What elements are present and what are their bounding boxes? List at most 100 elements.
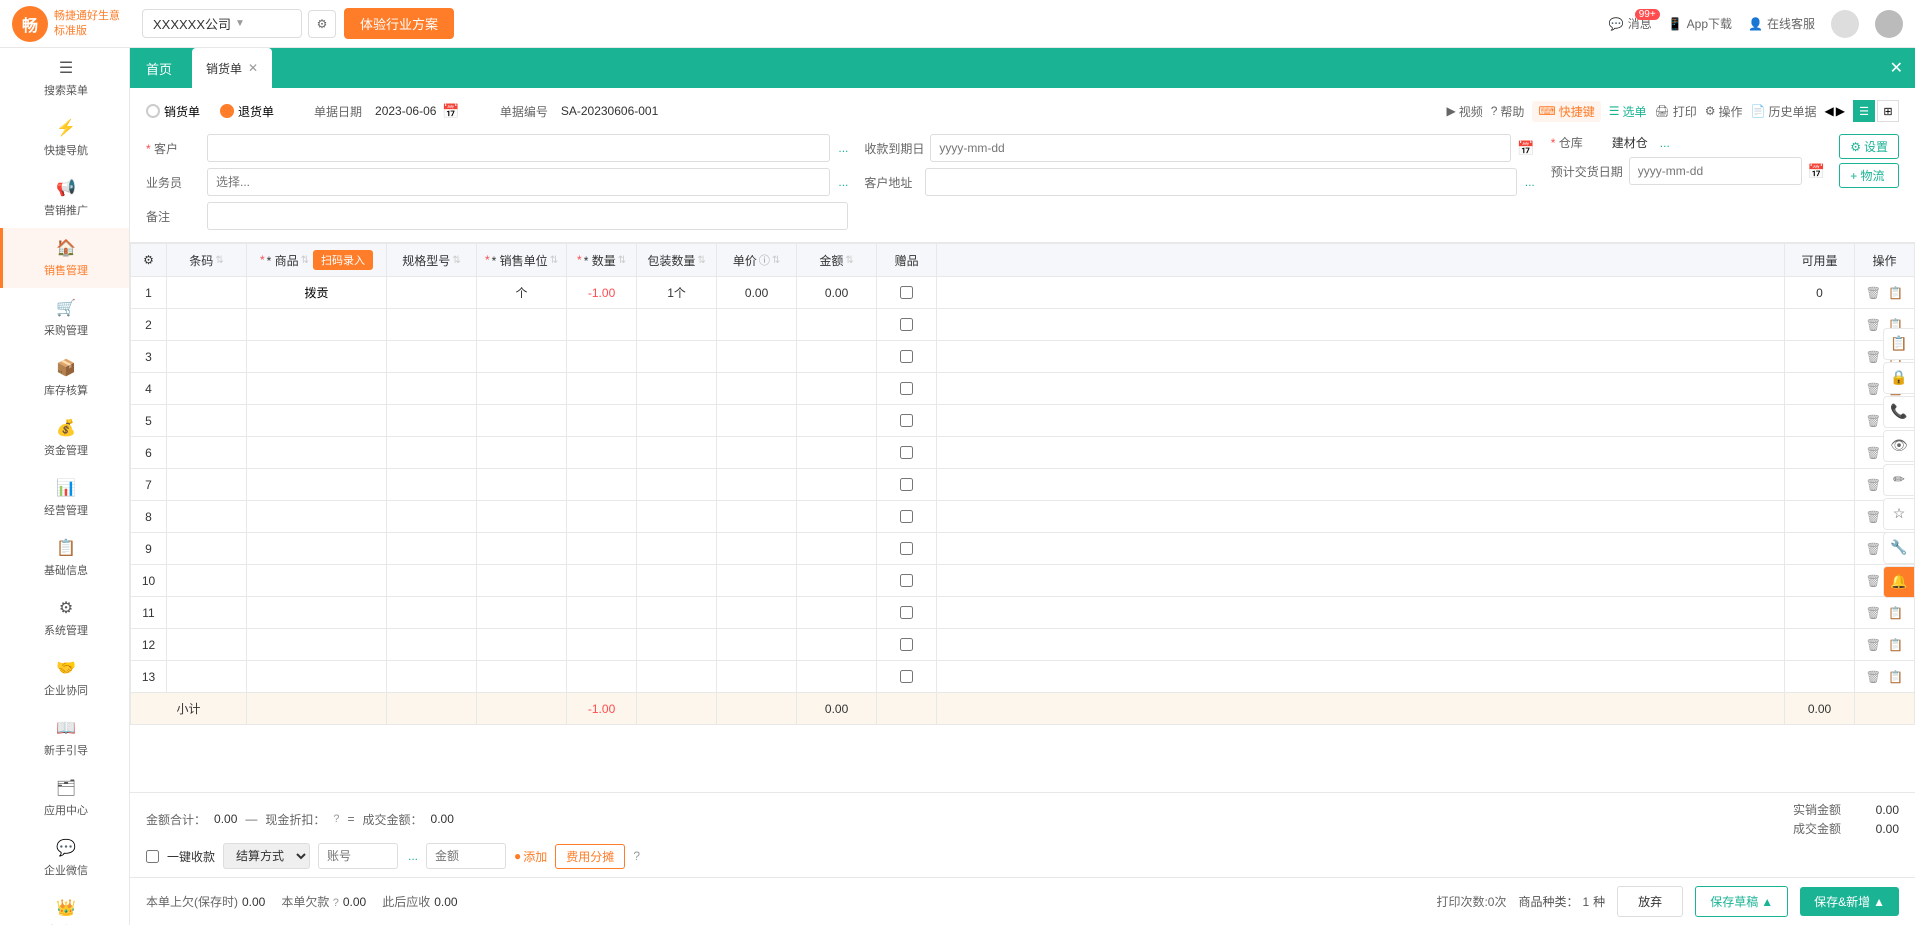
- row-product[interactable]: [247, 661, 387, 693]
- row-gift[interactable]: [877, 469, 937, 501]
- right-float-phone[interactable]: 📞: [1883, 396, 1915, 428]
- row-price[interactable]: [717, 437, 797, 469]
- row-product[interactable]: [247, 437, 387, 469]
- salesperson-dots[interactable]: ...: [838, 175, 848, 189]
- row-price[interactable]: 0.00: [717, 277, 797, 309]
- delete-icon[interactable]: 🗑: [1866, 414, 1881, 428]
- row-gift[interactable]: [877, 501, 937, 533]
- discount-info-icon[interactable]: ?: [333, 813, 339, 825]
- row-gift[interactable]: [877, 661, 937, 693]
- row-price[interactable]: [717, 469, 797, 501]
- payment-method-select[interactable]: 结算方式: [223, 843, 310, 869]
- sidebar-item-purchase[interactable]: 🛒 采购管理: [0, 288, 129, 348]
- delete-icon[interactable]: 🗑: [1866, 478, 1881, 492]
- row-spec[interactable]: [387, 661, 477, 693]
- row-price[interactable]: [717, 629, 797, 661]
- delete-icon[interactable]: 🗑: [1866, 318, 1881, 332]
- total-owing-info[interactable]: ?: [333, 897, 339, 909]
- radio-sales[interactable]: 销货单: [146, 103, 200, 120]
- row-gift[interactable]: [877, 277, 937, 309]
- row-product[interactable]: [247, 501, 387, 533]
- save-draft-button[interactable]: 保存草稿 ▲: [1695, 886, 1788, 917]
- delete-icon[interactable]: 🗑: [1866, 574, 1881, 588]
- operate-button[interactable]: ⚙ 操作: [1705, 103, 1743, 120]
- copy-icon[interactable]: 📋: [1888, 606, 1903, 620]
- row-spec[interactable]: [387, 373, 477, 405]
- delete-icon[interactable]: 🗑: [1866, 510, 1881, 524]
- payment-dots[interactable]: ...: [408, 849, 418, 863]
- sidebar-item-collab[interactable]: 🤝 企业协同: [0, 648, 129, 708]
- history-button[interactable]: 📄 历史单据: [1751, 103, 1817, 120]
- row-spec[interactable]: [387, 309, 477, 341]
- row-product[interactable]: [247, 341, 387, 373]
- tab-sales-order[interactable]: 销货单 ✕: [192, 48, 272, 88]
- sidebar-item-member[interactable]: 👑 畅会员: [0, 888, 129, 925]
- row-barcode[interactable]: [167, 277, 247, 309]
- row-price[interactable]: [717, 373, 797, 405]
- expense-button[interactable]: 费用分摊: [555, 844, 625, 869]
- payment-help-icon[interactable]: ?: [633, 849, 640, 863]
- tab-home[interactable]: 首页: [130, 48, 188, 88]
- online-service-button[interactable]: 👤 在线客服: [1748, 15, 1815, 32]
- message-button[interactable]: 💬 消息 99+: [1609, 15, 1652, 32]
- row-barcode[interactable]: [167, 405, 247, 437]
- row-spec[interactable]: [387, 501, 477, 533]
- payment-account-input[interactable]: [318, 843, 398, 869]
- row-barcode[interactable]: [167, 309, 247, 341]
- row-barcode[interactable]: [167, 597, 247, 629]
- right-float-orange[interactable]: 🔔: [1883, 566, 1915, 598]
- row-gift[interactable]: [877, 405, 937, 437]
- receipt-date-calendar-icon[interactable]: 📅: [1517, 140, 1534, 157]
- row-price[interactable]: [717, 533, 797, 565]
- row-product[interactable]: [247, 405, 387, 437]
- right-float-tool[interactable]: 🔧: [1883, 532, 1915, 564]
- row-qty[interactable]: [567, 309, 637, 341]
- customer-address-input[interactable]: [925, 168, 1516, 196]
- row-price[interactable]: [717, 565, 797, 597]
- row-barcode[interactable]: [167, 341, 247, 373]
- row-gift[interactable]: [877, 597, 937, 629]
- app-download-button[interactable]: 📱 App下载: [1668, 15, 1732, 32]
- company-selector[interactable]: XXXXXX公司 ▼: [142, 9, 302, 38]
- sidebar-item-appstore[interactable]: 🗂 应用中心: [0, 768, 129, 828]
- copy-icon[interactable]: 📋: [1888, 670, 1903, 684]
- one-click-pay-checkbox[interactable]: [146, 850, 159, 863]
- row-product[interactable]: [247, 373, 387, 405]
- row-spec[interactable]: [387, 341, 477, 373]
- help-button[interactable]: ? 帮助: [1491, 103, 1525, 120]
- row-qty[interactable]: [567, 533, 637, 565]
- row-barcode[interactable]: [167, 533, 247, 565]
- row-product[interactable]: [247, 533, 387, 565]
- row-product[interactable]: [247, 469, 387, 501]
- print-button[interactable]: 🖨 打印: [1655, 103, 1697, 120]
- customer-input[interactable]: [207, 134, 830, 162]
- row-qty[interactable]: [567, 405, 637, 437]
- row-qty[interactable]: [567, 565, 637, 597]
- radio-return[interactable]: 退货单: [220, 103, 274, 120]
- sidebar-item-search[interactable]: ☰ 搜索菜单: [0, 48, 129, 108]
- row-spec[interactable]: [387, 405, 477, 437]
- price-info-icon[interactable]: ⓘ: [759, 252, 770, 268]
- sidebar-item-guide[interactable]: 📖 新手引导: [0, 708, 129, 768]
- select-button[interactable]: ☰ 选单: [1609, 103, 1647, 120]
- delete-icon[interactable]: 🗑: [1866, 542, 1881, 556]
- tab-close-icon[interactable]: ✕: [248, 61, 258, 75]
- right-float-lock[interactable]: 🔒: [1883, 362, 1915, 394]
- row-gift[interactable]: [877, 629, 937, 661]
- sidebar-item-sales[interactable]: 🏠 销售管理: [0, 228, 129, 288]
- row-barcode[interactable]: [167, 437, 247, 469]
- sidebar-item-quicknav[interactable]: ⚡ 快捷导航: [0, 108, 129, 168]
- trial-button[interactable]: 体验行业方案: [344, 8, 454, 39]
- row-spec[interactable]: [387, 277, 477, 309]
- row-price[interactable]: [717, 501, 797, 533]
- row-product[interactable]: [247, 309, 387, 341]
- row-gift[interactable]: [877, 533, 937, 565]
- row-price[interactable]: [717, 661, 797, 693]
- grid-view-button[interactable]: ⊞: [1877, 100, 1899, 122]
- row-gift[interactable]: [877, 437, 937, 469]
- row-price[interactable]: [717, 597, 797, 629]
- sidebar-item-operations[interactable]: 📊 经营管理: [0, 468, 129, 528]
- sidebar-item-system[interactable]: ⚙ 系统管理: [0, 588, 129, 648]
- right-float-edit[interactable]: ✏: [1883, 464, 1915, 496]
- copy-icon[interactable]: 📋: [1888, 638, 1903, 652]
